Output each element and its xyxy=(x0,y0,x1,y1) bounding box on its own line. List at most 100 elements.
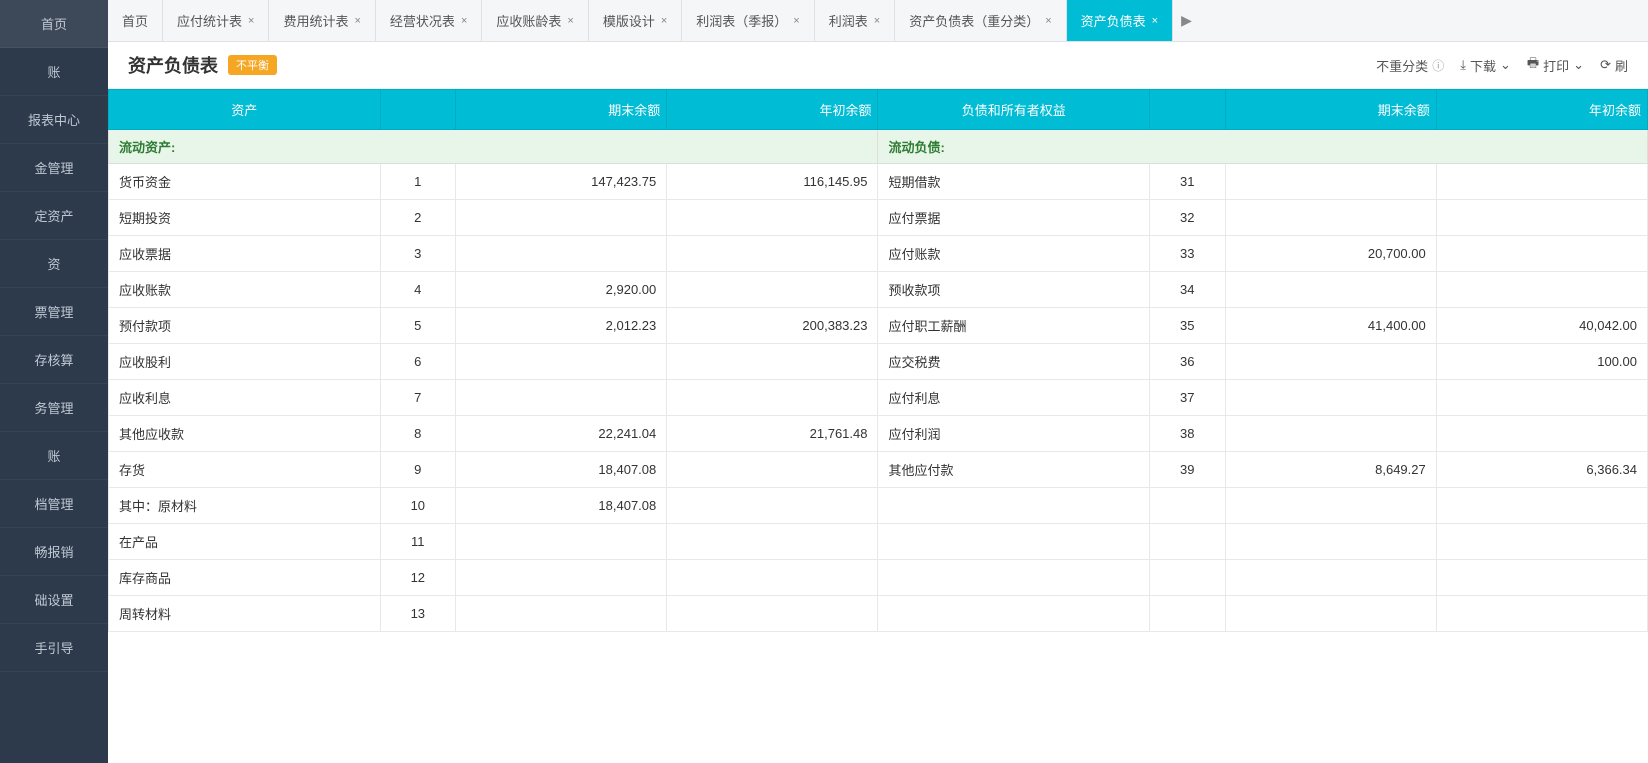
end-balance xyxy=(456,560,667,596)
tab-scroll-right-icon[interactable]: ▶ xyxy=(1173,12,1200,29)
col-header-end-balance2: 期末余额 xyxy=(1225,90,1436,130)
liability-name: 预收款项 xyxy=(878,272,1150,308)
liability-name: 短期借款 xyxy=(878,164,1150,200)
liability-row-num: 33 xyxy=(1150,236,1225,272)
print-icon: 🖶 xyxy=(1527,54,1539,76)
tab-payable-stats[interactable]: 应付统计表 × xyxy=(163,0,269,42)
row-num: 11 xyxy=(380,524,455,560)
end-balance: 147,423.75 xyxy=(456,164,667,200)
tab-balance-sheet[interactable]: 资产负债表 × xyxy=(1067,0,1173,42)
sidebar-item-investment[interactable]: 资 xyxy=(0,240,108,288)
liability-end-balance xyxy=(1225,416,1436,452)
end-balance xyxy=(456,236,667,272)
table-row: 应收利息 7 应付利息 37 xyxy=(109,380,1648,416)
asset-name: 在产品 xyxy=(109,524,381,560)
sidebar-item-settings[interactable]: 础设置 xyxy=(0,576,108,624)
asset-name: 应收账款 xyxy=(109,272,381,308)
download-btn[interactable]: ⤓ 下载 ⌄ xyxy=(1460,56,1511,75)
sidebar-item-tax-mgmt[interactable]: 务管理 xyxy=(0,384,108,432)
section-row: 流动资产: 流动负债: xyxy=(109,130,1648,164)
table-row: 其他应收款 8 22,241.04 21,761.48 应付利润 38 xyxy=(109,416,1648,452)
liability-year-start-balance xyxy=(1436,596,1647,632)
table-row: 应收股利 6 应交税费 36 100.00 xyxy=(109,344,1648,380)
year-start-balance xyxy=(667,452,878,488)
sidebar-item-fund-mgmt[interactable]: 金管理 xyxy=(0,144,108,192)
sidebar-item-ticket-mgmt[interactable]: 票管理 xyxy=(0,288,108,336)
asset-name: 存货 xyxy=(109,452,381,488)
year-start-balance xyxy=(667,488,878,524)
col-header-liability: 负债和所有者权益 xyxy=(878,90,1150,130)
table-row: 应收票据 3 应付账款 33 20,700.00 xyxy=(109,236,1648,272)
row-num: 10 xyxy=(380,488,455,524)
tab-close-expense-stats[interactable]: × xyxy=(354,15,360,27)
tab-home[interactable]: 首页 xyxy=(108,0,163,42)
liability-end-balance xyxy=(1225,164,1436,200)
end-balance: 18,407.08 xyxy=(456,452,667,488)
tab-template-design[interactable]: 模版设计 × xyxy=(589,0,682,42)
tab-close-profit-quarterly[interactable]: × xyxy=(793,15,799,27)
tab-close-balance-reclassified[interactable]: × xyxy=(1045,15,1051,27)
liability-end-balance xyxy=(1225,560,1436,596)
liability-end-balance xyxy=(1225,524,1436,560)
year-start-balance xyxy=(667,236,878,272)
refresh-btn[interactable]: ⟳ 刷 xyxy=(1600,56,1628,75)
sidebar-item-inventory[interactable]: 存核算 xyxy=(0,336,108,384)
asset-name: 其中：原材料 xyxy=(109,488,381,524)
print-btn[interactable]: 🖶 打印 ⌄ xyxy=(1527,54,1584,76)
liability-year-start-balance xyxy=(1436,524,1647,560)
liability-row-num: 32 xyxy=(1150,200,1225,236)
liability-year-start-balance xyxy=(1436,236,1647,272)
year-start-balance: 200,383.23 xyxy=(667,308,878,344)
section-asset-label: 流动资产: xyxy=(109,130,878,164)
liability-row-num: 35 xyxy=(1150,308,1225,344)
col-header-year-start: 年初余额 xyxy=(667,90,878,130)
tab-close-business-status[interactable]: × xyxy=(461,15,467,27)
not-reclassify-btn[interactable]: 不重分类 ⓘ xyxy=(1376,56,1444,75)
liability-row-num xyxy=(1150,524,1225,560)
end-balance: 2,920.00 xyxy=(456,272,667,308)
sidebar-item-fixed-assets[interactable]: 定资产 xyxy=(0,192,108,240)
year-start-balance xyxy=(667,344,878,380)
sidebar-item-archive[interactable]: 档管理 xyxy=(0,480,108,528)
tab-close-template-design[interactable]: × xyxy=(661,15,667,27)
liability-year-start-balance xyxy=(1436,164,1647,200)
tab-close-balance-sheet[interactable]: × xyxy=(1152,15,1158,27)
year-start-balance: 21,761.48 xyxy=(667,416,878,452)
sidebar-item-account[interactable]: 账 xyxy=(0,48,108,96)
sidebar-item-guide[interactable]: 手引导 xyxy=(0,624,108,672)
row-num: 13 xyxy=(380,596,455,632)
liability-year-start-balance: 6,366.34 xyxy=(1436,452,1647,488)
tab-balance-reclassified[interactable]: 资产负债表（重分类） × xyxy=(895,0,1066,42)
table-row: 应收账款 4 2,920.00 预收款项 34 xyxy=(109,272,1648,308)
sidebar-item-report-center[interactable]: 报表中心 xyxy=(0,96,108,144)
liability-name: 应付账款 xyxy=(878,236,1150,272)
liability-row-num xyxy=(1150,488,1225,524)
liability-end-balance xyxy=(1225,272,1436,308)
liability-row-num: 34 xyxy=(1150,272,1225,308)
liability-end-balance: 20,700.00 xyxy=(1225,236,1436,272)
tab-receivable-aging[interactable]: 应收账龄表 × xyxy=(482,0,588,42)
liability-name xyxy=(878,596,1150,632)
liability-name: 其他应付款 xyxy=(878,452,1150,488)
end-balance xyxy=(456,344,667,380)
tab-close-profit[interactable]: × xyxy=(874,15,880,27)
sidebar-item-home[interactable]: 首页 xyxy=(0,0,108,48)
table-row: 存货 9 18,407.08 其他应付款 39 8,649.27 6,366.3… xyxy=(109,452,1648,488)
sidebar-item-expense[interactable]: 畅报销 xyxy=(0,528,108,576)
sidebar: 首页 账 报表中心 金管理 定资产 资 票管理 存核算 务管理 账 档管理 畅报… xyxy=(0,0,108,763)
table-row: 预付款项 5 2,012.23 200,383.23 应付职工薪酬 35 41,… xyxy=(109,308,1648,344)
liability-end-balance xyxy=(1225,380,1436,416)
end-balance xyxy=(456,200,667,236)
section-liability-label: 流动负债: xyxy=(878,130,1648,164)
tab-close-receivable-aging[interactable]: × xyxy=(567,15,573,27)
row-num: 4 xyxy=(380,272,455,308)
liability-year-start-balance: 40,042.00 xyxy=(1436,308,1647,344)
tab-close-payable-stats[interactable]: × xyxy=(248,15,254,27)
tab-business-status[interactable]: 经营状况表 × xyxy=(376,0,482,42)
download-icon: ⤓ xyxy=(1460,57,1466,73)
end-balance: 22,241.04 xyxy=(456,416,667,452)
tab-profit-quarterly[interactable]: 利润表（季报） × xyxy=(682,0,814,42)
tab-expense-stats[interactable]: 费用统计表 × xyxy=(269,0,375,42)
tab-profit[interactable]: 利润表 × xyxy=(815,0,895,42)
sidebar-item-ledger[interactable]: 账 xyxy=(0,432,108,480)
